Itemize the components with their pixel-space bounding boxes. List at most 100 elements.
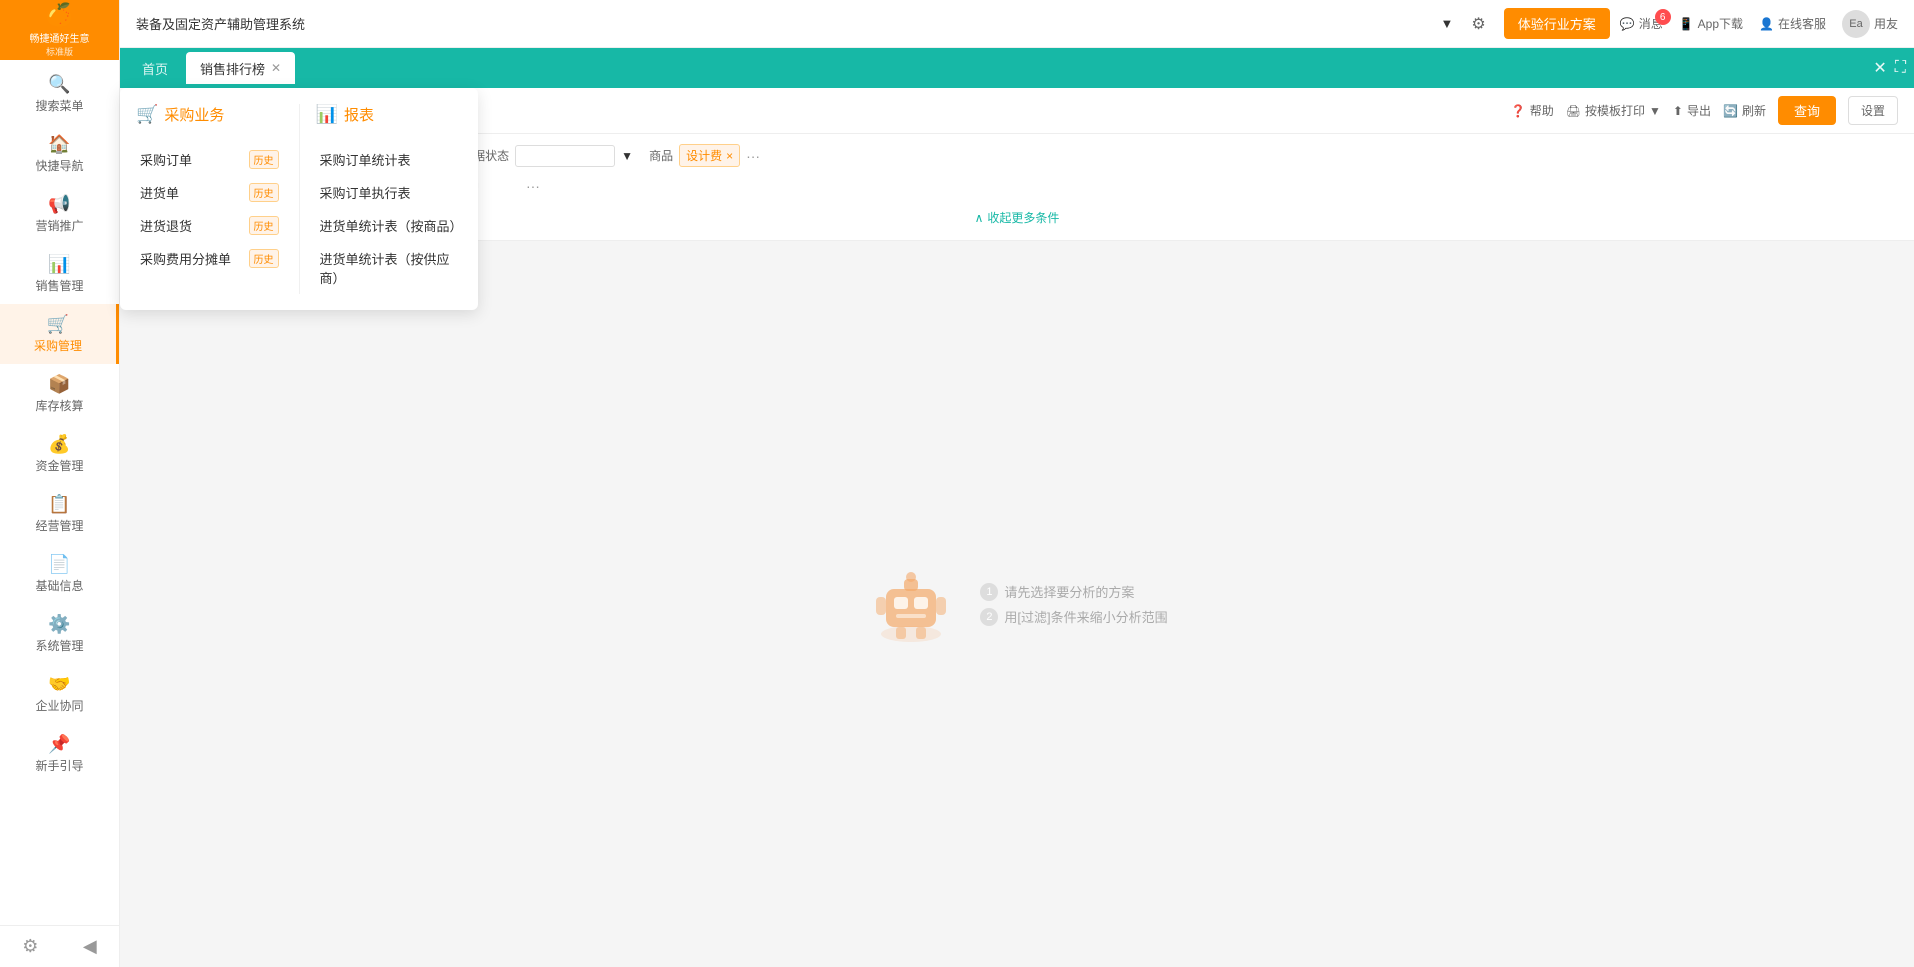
sidebar-icon-enterprise: 🤝: [48, 674, 70, 695]
goods-tag-text: 设计费: [686, 147, 722, 164]
user-btn[interactable]: Ea 用友: [1842, 10, 1898, 38]
sidebar-label-newbie: 新手引导: [35, 757, 83, 774]
settings-btn[interactable]: 设置: [1848, 96, 1898, 125]
purchase-order-history-badge: 历史: [249, 150, 279, 169]
sidebar-icon-sales: 📊: [48, 254, 70, 275]
user-label: 用友: [1874, 15, 1898, 32]
sidebar-icon-search: 🔍: [48, 74, 70, 95]
purchase-return-right: 历史: [249, 216, 279, 235]
logo-text: 畅捷通好生意: [30, 30, 90, 45]
tab-sales-rank[interactable]: 销售排行榜 ✕: [186, 52, 295, 84]
sidebar-item-sales[interactable]: 📊 销售管理: [0, 244, 119, 304]
tab-close-all-icon[interactable]: ✕: [1873, 58, 1886, 78]
sidebar-icon-basic: 📄: [48, 554, 70, 575]
avatar: Ea: [1842, 10, 1870, 38]
system-name: 装备及固定资产辅助管理系统: [136, 14, 1431, 33]
dropdown-item-purchase-receipt-stat-supplier[interactable]: 进货单统计表（按供应商）: [316, 242, 463, 294]
message-icon: 💬: [1620, 17, 1635, 31]
goods-tag-close-icon[interactable]: ×: [726, 149, 733, 163]
refresh-icon: 🔄: [1723, 104, 1738, 118]
sidebar-item-search[interactable]: 🔍 搜索菜单: [0, 64, 119, 124]
hint-text-1: 请先选择要分析的方案: [1004, 582, 1134, 601]
sidebar-icon-marketing: 📢: [48, 194, 70, 215]
dropdown-item-purchase-expense[interactable]: 采购费用分摊单 历史: [136, 242, 283, 275]
app-download-btn[interactable]: 📱 App下载: [1679, 15, 1743, 32]
sidebar-item-marketing[interactable]: 📢 营销推广: [0, 184, 119, 244]
purchase-business-icon: 🛒: [136, 104, 158, 125]
dropdown-item-purchase-receipt-stat-goods[interactable]: 进货单统计表（按商品）: [316, 209, 463, 242]
refresh-label: 刷新: [1742, 102, 1766, 119]
goods-label: 商品: [649, 147, 673, 164]
sidebar-label-system: 系统管理: [35, 637, 83, 654]
purchase-business-header: 🛒 采购业务: [136, 104, 283, 131]
sidebar-settings-icon[interactable]: ⚙: [22, 936, 38, 957]
goods-filter: 商品 设计费 × ···: [649, 144, 760, 167]
sidebar-item-finance[interactable]: 💰 资金管理: [0, 424, 119, 484]
purchase-order-label: 采购订单: [140, 150, 192, 169]
sidebar-label-purchase: 采购管理: [34, 337, 82, 354]
sidebar-icon-quicknav: 🏠: [48, 134, 70, 155]
dropdown-item-purchase-receipt[interactable]: 进货单 历史: [136, 176, 283, 209]
sidebar-item-quicknav[interactable]: 🏠 快捷导航: [0, 124, 119, 184]
tab-sales-rank-label: 销售排行榜: [200, 59, 265, 78]
print-btn[interactable]: 🖨 按模板打印 ▼: [1566, 102, 1661, 119]
topbar-gear-icon[interactable]: ⚙: [1471, 14, 1485, 34]
customer-more-icon[interactable]: ···: [526, 178, 540, 194]
tabbar-right: ✕ ⛶: [1873, 58, 1906, 78]
sidebar-icon-finance: 💰: [48, 434, 70, 455]
empty-state: 1 请先选择要分析的方案 2 用[过滤]条件来缩小分析范围: [120, 241, 1914, 967]
sidebar-collapse-icon[interactable]: ◀: [83, 936, 97, 957]
message-badge: 6: [1655, 9, 1671, 25]
sidebar-label-operation: 经营管理: [35, 517, 83, 534]
sidebar-label-marketing: 营销推广: [35, 217, 83, 234]
purchase-dropdown-menu: 🛒 采购业务 采购订单 历史 进货单 历史 进货退货 历史 采购费用分摊单 历史: [120, 88, 478, 310]
sidebar-item-operation[interactable]: 📋 经营管理: [0, 484, 119, 544]
dropdown-item-purchase-order[interactable]: 采购订单 历史: [136, 143, 283, 176]
online-service-label: 在线客服: [1778, 15, 1826, 32]
sidebar-item-system[interactable]: ⚙️ 系统管理: [0, 604, 119, 664]
export-icon: ⬆: [1673, 104, 1683, 118]
report-label: 报表: [344, 104, 374, 125]
topbar-dropdown[interactable]: ▼: [1441, 16, 1454, 31]
print-label: 按模板打印: [1585, 102, 1645, 119]
export-btn[interactable]: ⬆ 导出: [1673, 102, 1711, 119]
online-service-btn[interactable]: 👤 在线客服: [1759, 15, 1826, 32]
purchase-return-label: 进货退货: [140, 216, 192, 235]
sidebar-item-newbie[interactable]: 📌 新手引导: [0, 724, 119, 784]
tab-fullscreen-icon[interactable]: ⛶: [1895, 59, 1906, 77]
sidebar-item-enterprise[interactable]: 🤝 企业协同: [0, 664, 119, 724]
hint-text-2: 用[过滤]条件来缩小分析范围: [1004, 607, 1167, 626]
tab-home-label: 首页: [142, 59, 168, 78]
tabbar: 首页 销售排行榜 ✕ ✕ ⛶: [120, 48, 1914, 88]
dropdown-item-purchase-order-exec[interactable]: 采购订单执行表: [316, 176, 463, 209]
dropdown-item-purchase-order-stat[interactable]: 采购订单统计表: [316, 143, 463, 176]
topbar-right: 💬 消息 6 📱 App下载 👤 在线客服 Ea 用友: [1620, 10, 1898, 38]
refresh-btn[interactable]: 🔄 刷新: [1723, 102, 1766, 119]
sidebar-icon-system: ⚙️: [48, 614, 70, 635]
doc-status-select[interactable]: [515, 145, 615, 167]
purchase-order-right: 历史: [249, 150, 279, 169]
print-icon: 🖨: [1566, 104, 1581, 118]
dropdown-item-purchase-return[interactable]: 进货退货 历史: [136, 209, 283, 242]
goods-more-icon[interactable]: ···: [746, 148, 760, 164]
help-btn[interactable]: ❓ 帮助: [1511, 102, 1554, 119]
logo-icon: 🍊: [46, 2, 73, 28]
sidebar-item-inventory[interactable]: 📦 库存核算: [0, 364, 119, 424]
sidebar-item-purchase[interactable]: 🛒 采购管理: [0, 304, 119, 364]
export-label: 导出: [1687, 102, 1711, 119]
sidebar-label-quicknav: 快捷导航: [35, 157, 83, 174]
goods-tag[interactable]: 设计费 ×: [679, 144, 740, 167]
purchase-expense-history-badge: 历史: [249, 249, 279, 268]
industry-btn[interactable]: 体验行业方案: [1504, 8, 1610, 39]
logo-sub: 标准版: [46, 45, 73, 58]
sidebar-label-search: 搜索菜单: [35, 97, 83, 114]
hint-num-2: 2: [980, 608, 998, 626]
empty-text: 1 请先选择要分析的方案 2 用[过滤]条件来缩小分析范围: [980, 582, 1167, 626]
tab-home[interactable]: 首页: [128, 52, 182, 84]
sidebar-label-enterprise: 企业协同: [35, 697, 83, 714]
query-btn[interactable]: 查询: [1778, 96, 1836, 125]
tab-close-icon[interactable]: ✕: [271, 61, 281, 75]
message-btn[interactable]: 💬 消息 6: [1620, 15, 1663, 32]
sidebar-label-finance: 资金管理: [35, 457, 83, 474]
sidebar-item-basic[interactable]: 📄 基础信息: [0, 544, 119, 604]
